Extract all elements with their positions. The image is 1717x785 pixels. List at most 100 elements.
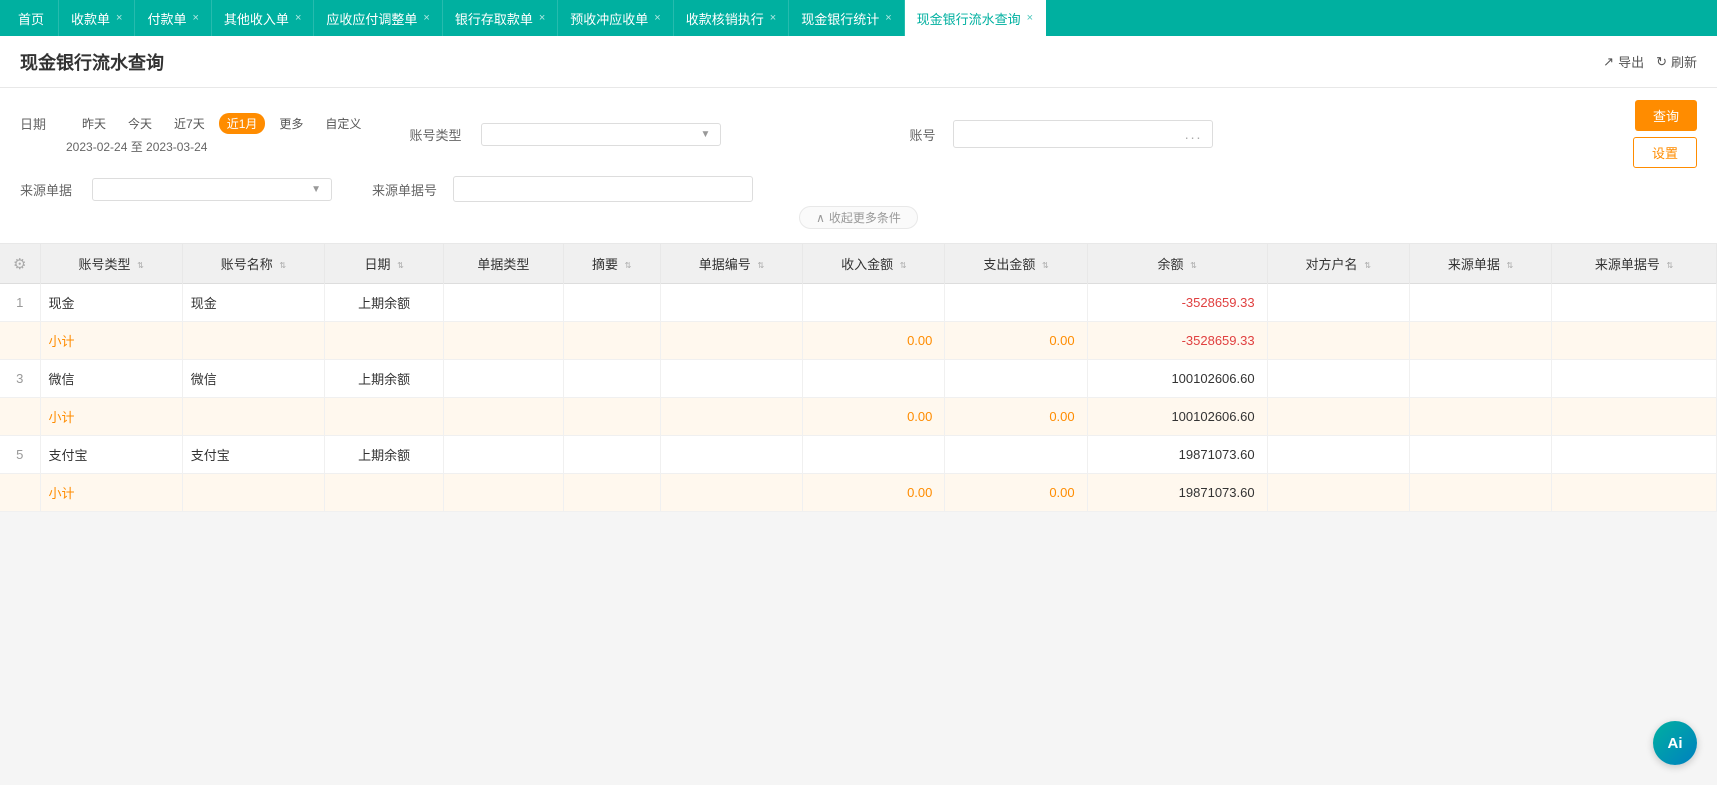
date-opt-today[interactable]: 今天: [120, 113, 160, 134]
page-title: 现金银行流水查询: [20, 49, 164, 75]
date-filter-block: 日期 昨天 今天 近7天 近1月 更多 自定义 2023-02-24 至 202…: [20, 113, 369, 155]
nav-tab-yinhangcunqu[interactable]: 银行存取款单 ×: [443, 0, 558, 36]
col-counterpart: 对方户名 ⇅: [1267, 244, 1409, 284]
close-icon[interactable]: ×: [192, 12, 198, 24]
sort-icon[interactable]: ⇅: [1506, 261, 1513, 270]
row-index: [0, 398, 40, 436]
export-button[interactable]: ↗ 导出: [1603, 52, 1644, 71]
row-balance: 19871073.60: [1087, 436, 1267, 474]
sort-icon[interactable]: ⇅: [900, 261, 907, 270]
nav-tab-qita[interactable]: 其他收入单 ×: [212, 0, 314, 36]
date-opt-custom[interactable]: 自定义: [317, 113, 369, 134]
row-source-doc: [1409, 322, 1551, 360]
row-income: 0.00: [803, 398, 945, 436]
chevron-up-icon: ∧: [816, 211, 825, 225]
row-expense: 0.00: [945, 474, 1087, 512]
row-summary: [563, 322, 660, 360]
sort-icon[interactable]: ⇅: [1667, 261, 1674, 270]
source-doc-select[interactable]: ▼: [92, 178, 332, 201]
sort-icon[interactable]: ⇅: [1190, 261, 1197, 270]
close-icon[interactable]: ×: [295, 12, 301, 24]
col-doc-type: 单据类型: [444, 244, 563, 284]
row-doc-type: [444, 322, 563, 360]
close-icon[interactable]: ×: [539, 12, 545, 24]
close-icon[interactable]: ×: [770, 12, 776, 24]
settings-button[interactable]: 设置: [1633, 137, 1697, 168]
nav-tab-yingshouyingfu[interactable]: 应收应付调整单 ×: [314, 0, 442, 36]
row-source-doc-no: [1552, 398, 1717, 436]
row-index: [0, 474, 40, 512]
sort-icon[interactable]: ⇅: [1042, 261, 1049, 270]
nav-tab-yushou[interactable]: 预收冲应收单 ×: [558, 0, 673, 36]
table-row: 3 微信 微信 上期余额 100102606.60: [0, 360, 1717, 398]
row-doc-no: [660, 360, 802, 398]
close-icon[interactable]: ×: [1027, 12, 1033, 24]
row-balance: 100102606.60: [1087, 398, 1267, 436]
chevron-down-icon: ▼: [311, 184, 321, 195]
row-date: 上期余额: [325, 436, 444, 474]
header-actions: ↗ 导出 ↻ 刷新: [1603, 52, 1697, 71]
row-expense: [945, 436, 1087, 474]
nav-home[interactable]: 首页: [4, 0, 59, 36]
action-buttons: 查询 设置: [1633, 100, 1697, 168]
row-counterpart: [1267, 322, 1409, 360]
close-icon[interactable]: ×: [654, 12, 660, 24]
nav-tab-fukuan[interactable]: 付款单 ×: [135, 0, 211, 36]
source-doc-no-input[interactable]: [453, 176, 753, 202]
account-more-button[interactable]: ...: [1185, 126, 1203, 142]
sort-icon[interactable]: ⇅: [397, 261, 404, 270]
sort-icon[interactable]: ⇅: [279, 261, 286, 270]
table-area: ⚙ 账号类型 ⇅ 账号名称 ⇅ 日期 ⇅ 单据类型 摘要: [0, 244, 1717, 512]
sort-icon[interactable]: ⇅: [625, 261, 632, 270]
row-account-name: 微信: [182, 360, 324, 398]
row-expense: 0.00: [945, 322, 1087, 360]
table-row: 小计 0.00 0.00 -3528659.33: [0, 322, 1717, 360]
nav-tab-shoukuan[interactable]: 收款核销执行 ×: [674, 0, 789, 36]
account-label: 账号: [909, 125, 937, 144]
date-opt-more[interactable]: 更多: [271, 113, 311, 134]
col-income: 收入金额 ⇅: [803, 244, 945, 284]
col-account-type: 账号类型 ⇅: [40, 244, 182, 284]
row-expense: [945, 284, 1087, 322]
table-header-row: ⚙ 账号类型 ⇅ 账号名称 ⇅ 日期 ⇅ 单据类型 摘要: [0, 244, 1717, 284]
gear-icon[interactable]: ⚙: [13, 256, 26, 273]
close-icon[interactable]: ×: [116, 12, 122, 24]
row-account-name: [182, 322, 324, 360]
page-header: 现金银行流水查询 ↗ 导出 ↻ 刷新: [0, 36, 1717, 88]
nav-tab-xianjinliushui[interactable]: 现金银行流水查询 ×: [905, 0, 1046, 36]
row-balance: -3528659.33: [1087, 322, 1267, 360]
sort-icon[interactable]: ⇅: [137, 261, 144, 270]
nav-tab-shoudan[interactable]: 收款单 ×: [59, 0, 135, 36]
sort-icon[interactable]: ⇅: [757, 261, 764, 270]
close-icon[interactable]: ×: [885, 12, 891, 24]
refresh-button[interactable]: ↻ 刷新: [1656, 52, 1697, 71]
collapse-row: ∧ 收起更多条件: [20, 206, 1697, 229]
row-doc-no: [660, 322, 802, 360]
row-account-type: 小计: [40, 322, 182, 360]
date-opt-yesterday[interactable]: 昨天: [74, 113, 114, 134]
row-summary: [563, 398, 660, 436]
row-account-type: 支付宝: [40, 436, 182, 474]
close-icon[interactable]: ×: [423, 12, 429, 24]
row-account-name: [182, 474, 324, 512]
col-source-doc-no: 来源单据号 ⇅: [1552, 244, 1717, 284]
nav-tab-xianjintongji[interactable]: 现金银行统计 ×: [789, 0, 904, 36]
row-doc-type: [444, 398, 563, 436]
date-opt-7days[interactable]: 近7天: [166, 113, 213, 134]
date-opt-1month[interactable]: 近1月: [219, 113, 266, 134]
account-type-select[interactable]: ▼: [481, 123, 721, 146]
top-nav: 首页 收款单 × 付款单 × 其他收入单 × 应收应付调整单 × 银行存取款单 …: [0, 0, 1717, 36]
col-date: 日期 ⇅: [325, 244, 444, 284]
row-summary: [563, 360, 660, 398]
collapse-button[interactable]: ∧ 收起更多条件: [799, 206, 918, 229]
row-index: [0, 322, 40, 360]
row-source-doc: [1409, 474, 1551, 512]
row-source-doc-no: [1552, 474, 1717, 512]
table-row: 1 现金 现金 上期余额 -3528659.33: [0, 284, 1717, 322]
row-source-doc: [1409, 436, 1551, 474]
row-income: 0.00: [803, 322, 945, 360]
row-doc-type: [444, 284, 563, 322]
ai-assistant-button[interactable]: Ai: [1653, 721, 1697, 765]
sort-icon[interactable]: ⇅: [1364, 261, 1371, 270]
query-button[interactable]: 查询: [1635, 100, 1697, 131]
